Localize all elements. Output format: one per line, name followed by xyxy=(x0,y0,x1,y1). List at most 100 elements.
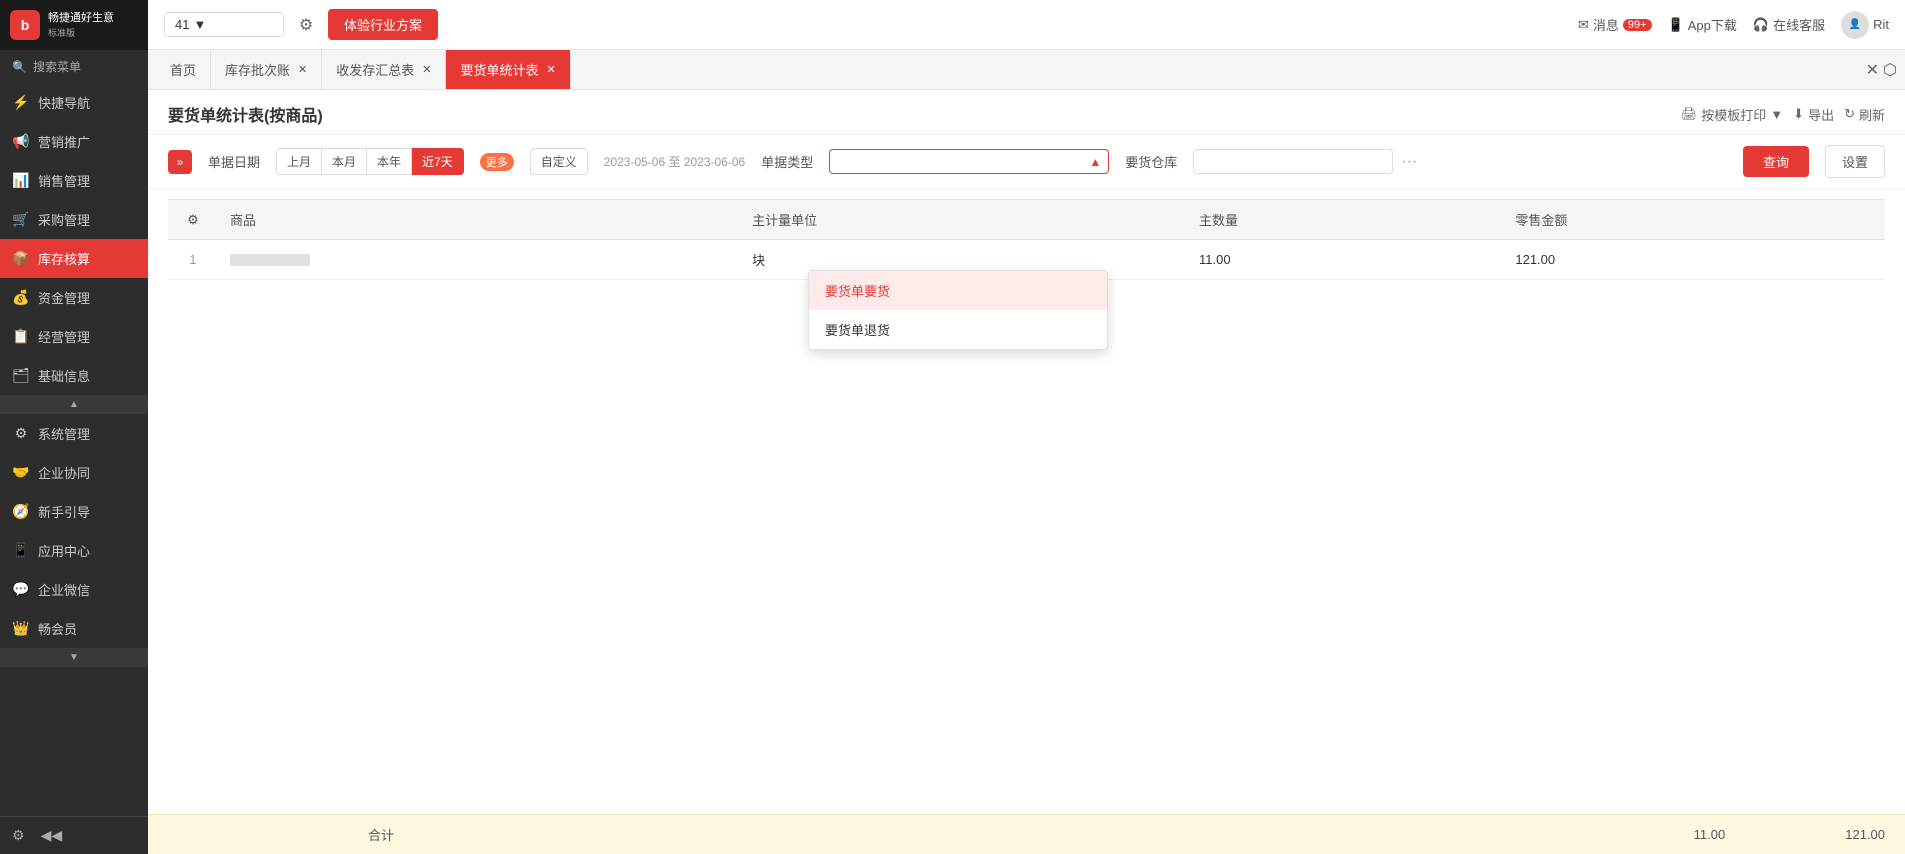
refresh-label: 刷新 xyxy=(1859,105,1885,124)
export-btn[interactable]: ⬇ 导出 xyxy=(1793,105,1834,124)
sidebar-label-quick-nav: 快捷导航 xyxy=(38,93,90,112)
wechat-icon: 💬 xyxy=(12,581,30,598)
query-button[interactable]: 查询 xyxy=(1743,146,1809,177)
sales-icon: 📊 xyxy=(12,172,30,189)
sidebar-item-sales[interactable]: 📊 销售管理 xyxy=(0,161,148,200)
filter-expand-button[interactable]: » xyxy=(168,150,192,174)
store-name: 41 xyxy=(175,17,189,32)
app-center-icon: 📱 xyxy=(12,542,30,559)
scroll-down-btn[interactable]: ▼ xyxy=(0,648,148,667)
sidebar-settings-icon[interactable]: ⚙ xyxy=(12,827,25,844)
type-filter-input[interactable] xyxy=(829,149,1109,174)
online-service-item[interactable]: 🎧 在线客服 xyxy=(1753,15,1825,34)
user-avatar: 👤 xyxy=(1841,11,1869,39)
sidebar-label-wechat: 企业微信 xyxy=(38,580,90,599)
sidebar-collapse-icon[interactable]: ◀◀ xyxy=(41,827,63,844)
trial-button[interactable]: 体验行业方案 xyxy=(328,9,438,40)
row-seq: 1 xyxy=(168,240,218,280)
member-icon: 👑 xyxy=(12,620,30,637)
inventory-batch-label: 库存批次账 xyxy=(225,60,290,79)
sidebar-item-operations[interactable]: 📋 经营管理 xyxy=(0,317,148,356)
tab-close-all-icon[interactable]: ✕ xyxy=(1866,60,1879,80)
basic-info-icon: 🗂 xyxy=(12,367,30,384)
filter-settings-button[interactable]: 设置 xyxy=(1825,145,1885,178)
quick-nav-icon: ⚡ xyxy=(12,94,30,111)
scroll-up-btn[interactable]: ▲ xyxy=(0,395,148,414)
brand-logo: b 畅捷通好生意 标准版 xyxy=(0,0,148,50)
data-table: ⚙ 商品 主计量单位 主数量 零售金额 1 xyxy=(168,199,1885,280)
sidebar-item-app-center[interactable]: 📱 应用中心 xyxy=(0,531,148,570)
col-settings[interactable]: ⚙ xyxy=(168,200,218,240)
last7days-btn[interactable]: 近7天 xyxy=(412,148,464,175)
this-month-btn[interactable]: 本月 xyxy=(322,148,367,175)
sidebar-label-sales: 销售管理 xyxy=(38,171,90,190)
topbar: 41 ▼ ⚙ 体验行业方案 ✉ 消息 99+ 📱 App下载 🎧 在线客服 xyxy=(148,0,1905,50)
tab-inventory-batch-close[interactable]: ✕ xyxy=(298,63,307,76)
sidebar-label-inventory: 库存核算 xyxy=(38,249,90,268)
app-download-label: App下载 xyxy=(1688,15,1737,34)
footer-amount: 121.00 xyxy=(1845,827,1885,842)
content-area: 要货单统计表(按商品) 🖨 按模板打印 ▼ ⬇ 导出 ↻ 刷新 » xyxy=(148,90,1905,854)
refresh-icon: ↻ xyxy=(1844,106,1855,122)
tabs-bar: 首页 库存批次账 ✕ 收发存汇总表 ✕ 要货单统计表 ✕ ✕ ⬡ xyxy=(148,50,1905,90)
refresh-btn[interactable]: ↻ 刷新 xyxy=(1844,105,1885,124)
dropdown-item-order-goods[interactable]: 要货单要货 xyxy=(809,271,1107,310)
sidebar-item-enterprise[interactable]: 🤝 企业协同 xyxy=(0,453,148,492)
system-icon: ⚙ xyxy=(12,425,30,442)
messages-label: 消息 xyxy=(1593,15,1619,34)
prev-month-btn[interactable]: 上月 xyxy=(276,148,322,175)
message-icon: ✉ xyxy=(1578,17,1589,33)
tab-inventory-batch[interactable]: 库存批次账 ✕ xyxy=(211,50,322,89)
more-badge[interactable]: 更多 xyxy=(480,153,514,171)
custom-date-btn[interactable]: 自定义 xyxy=(530,148,588,175)
sidebar-item-wechat[interactable]: 💬 企业微信 xyxy=(0,570,148,609)
print-btn[interactable]: 🖨 按模板打印 ▼ xyxy=(1681,105,1783,124)
page-title: 要货单统计表(按商品) xyxy=(168,102,323,126)
warehouse-filter-input[interactable] xyxy=(1193,149,1393,174)
tab-home[interactable]: 首页 xyxy=(156,50,211,89)
online-service-label: 在线客服 xyxy=(1773,15,1825,34)
sidebar-item-system[interactable]: ⚙ 系统管理 xyxy=(0,414,148,453)
row-product xyxy=(218,240,740,280)
tab-receive-summary[interactable]: 收发存汇总表 ✕ xyxy=(322,50,446,89)
product-placeholder xyxy=(230,254,310,266)
sidebar-item-quick-nav[interactable]: ⚡ 快捷导航 xyxy=(0,83,148,122)
sidebar-item-finance[interactable]: 💰 资金管理 xyxy=(0,278,148,317)
topbar-gear-button[interactable]: ⚙ xyxy=(292,11,320,39)
filter-more-icon[interactable]: ··· xyxy=(1401,153,1417,171)
messages-badge: 99+ xyxy=(1623,19,1652,31)
sidebar-item-marketing[interactable]: 📢 营销推广 xyxy=(0,122,148,161)
sidebar-item-purchase[interactable]: 🛒 采购管理 xyxy=(0,200,148,239)
sidebar-item-inventory[interactable]: 📦 库存核算 xyxy=(0,239,148,278)
topbar-right: ✉ 消息 99+ 📱 App下载 🎧 在线客服 👤 Rit xyxy=(1578,11,1889,39)
tab-order-stats-close[interactable]: ✕ xyxy=(547,63,556,76)
sidebar-item-guide[interactable]: 🧭 新手引导 xyxy=(0,492,148,531)
messages-item[interactable]: ✉ 消息 99+ xyxy=(1578,15,1652,34)
tab-expand-icon[interactable]: ⬡ xyxy=(1883,60,1897,80)
app-download-item[interactable]: 📱 App下载 xyxy=(1668,15,1737,34)
user-name: Rit xyxy=(1873,17,1889,32)
sidebar-item-basic-info[interactable]: 🗂 基础信息 xyxy=(0,356,148,395)
warehouse-filter-section: ··· xyxy=(1193,149,1727,174)
date-filter-label: 单据日期 xyxy=(208,152,260,171)
this-year-btn[interactable]: 本年 xyxy=(367,148,412,175)
guide-icon: 🧭 xyxy=(12,503,30,520)
store-selector[interactable]: 41 ▼ xyxy=(164,12,284,37)
col-quantity: 主数量 xyxy=(1187,200,1503,240)
tabs-right-actions: ✕ ⬡ xyxy=(1866,60,1897,80)
tab-receive-summary-close[interactable]: ✕ xyxy=(422,63,431,76)
brand-name: 畅捷通好生意 xyxy=(48,11,114,26)
type-chevron-up-icon[interactable]: ▲ xyxy=(1089,155,1101,169)
marketing-icon: 📢 xyxy=(12,133,30,150)
purchase-icon: 🛒 xyxy=(12,211,30,228)
dropdown-item-order-return[interactable]: 要货单退货 xyxy=(809,310,1107,349)
sidebar-label-basic-info: 基础信息 xyxy=(38,366,90,385)
search-menu-item[interactable]: 🔍 搜索菜单 xyxy=(0,50,148,83)
sidebar-item-member[interactable]: 👑 畅会员 xyxy=(0,609,148,648)
user-menu-item[interactable]: 👤 Rit xyxy=(1841,11,1889,39)
phone-icon: 📱 xyxy=(1668,17,1684,33)
tab-order-stats[interactable]: 要货单统计表 ✕ xyxy=(446,50,570,89)
inventory-icon: 📦 xyxy=(12,250,30,267)
print-dropdown-icon: ▼ xyxy=(1770,107,1783,122)
footer-quantity: 11.00 xyxy=(1694,827,1726,842)
